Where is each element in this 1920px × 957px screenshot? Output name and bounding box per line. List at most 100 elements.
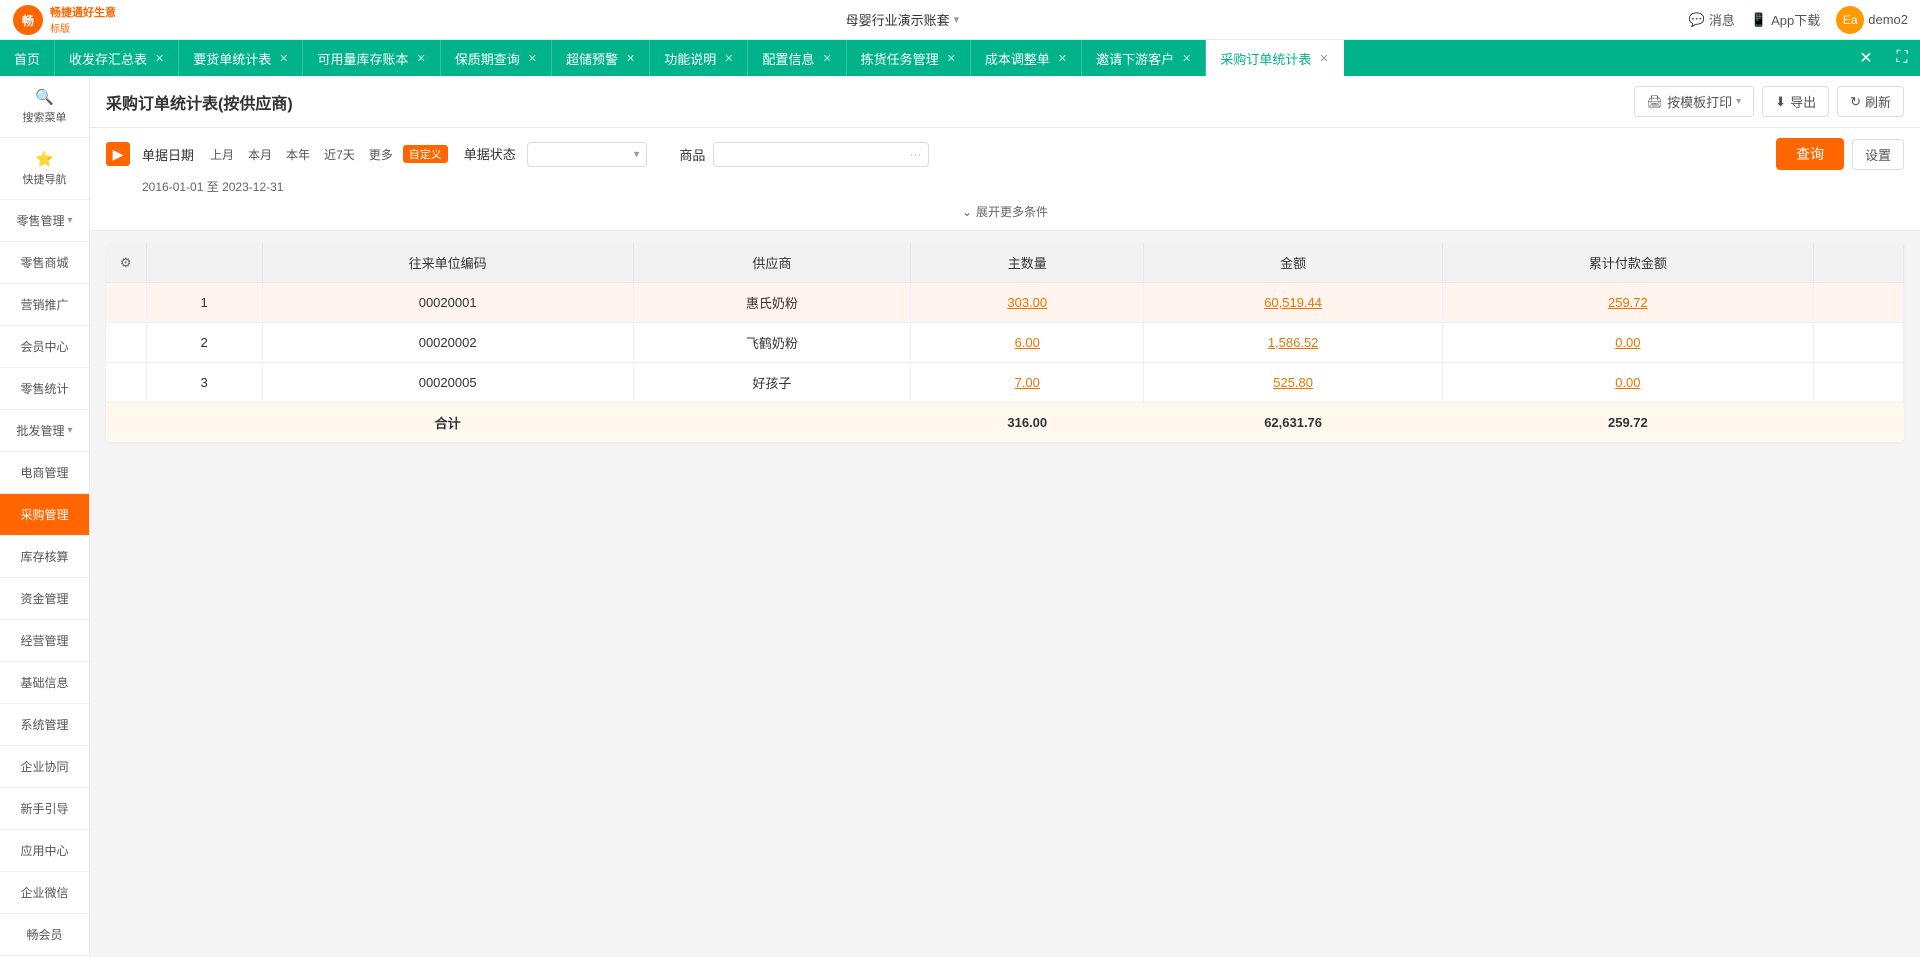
status-label: 单据状态: [464, 147, 516, 162]
tab-available-stock[interactable]: 可用量库存账本 ✕: [303, 40, 440, 76]
maximize-btn[interactable]: ⛶: [1884, 40, 1920, 76]
phone-icon: 📱: [1751, 12, 1767, 28]
refresh-label: 刷新: [1865, 92, 1891, 111]
sidebar-item-enterprise[interactable]: 企业协同: [0, 746, 89, 788]
marketing-label: 营销推广: [20, 296, 68, 313]
workspace-selector[interactable]: 母婴行业演示账套 ▾: [838, 10, 968, 29]
row-num-cell: 1: [146, 283, 262, 323]
sidebar-item-retail[interactable]: 零售管理 ▾: [0, 200, 89, 242]
user-profile[interactable]: Ea demo2: [1836, 6, 1908, 34]
close-icon[interactable]: ✕: [724, 52, 733, 65]
paid-amount-cell[interactable]: 0.00: [1442, 323, 1813, 363]
custom-badge[interactable]: 自定义: [403, 145, 448, 163]
top-right-area: 💬 消息 📱 App下载 Ea demo2: [1689, 6, 1908, 34]
workspace-label: 母婴行业演示账套: [846, 10, 950, 29]
expand-more-button[interactable]: ⌄ 展开更多条件: [962, 203, 1048, 220]
tab-home[interactable]: 首页: [0, 40, 55, 76]
sidebar-item-wechat[interactable]: 企业微信: [0, 872, 89, 914]
tab-overstock-warning[interactable]: 超储预警 ✕: [552, 40, 650, 76]
close-icon[interactable]: ✕: [822, 52, 831, 65]
shortcut-this-month[interactable]: 本月: [244, 145, 276, 164]
sidebar-item-ecommerce[interactable]: 电商管理: [0, 452, 89, 494]
shortcut-this-year[interactable]: 本年: [282, 145, 314, 164]
sidebar-item-app-center[interactable]: 应用中心: [0, 830, 89, 872]
settings-button[interactable]: 设置: [1852, 139, 1904, 170]
row-num-cell: 3: [146, 363, 262, 403]
tab-function-desc[interactable]: 功能说明 ✕: [650, 40, 748, 76]
sidebar-item-search[interactable]: 🔍 搜索菜单: [0, 76, 89, 138]
sidebar-item-vip[interactable]: 畅会员: [0, 914, 89, 956]
sidebar-item-operations[interactable]: 经营管理: [0, 620, 89, 662]
quantity-cell[interactable]: 7.00: [911, 363, 1144, 403]
chevron-down-icon: ▾: [67, 215, 72, 226]
close-icon[interactable]: ✕: [1319, 52, 1328, 65]
unit-code-cell: 00020005: [262, 363, 633, 403]
sidebar-item-retail-stats[interactable]: 零售统计: [0, 368, 89, 410]
nav-right-buttons: ✕ ⛶: [1848, 40, 1920, 76]
amount-cell[interactable]: 1,586.52: [1144, 323, 1442, 363]
sidebar-item-retail-mall[interactable]: 零售商城: [0, 242, 89, 284]
quicknav-icon: ⭐: [35, 150, 54, 168]
refresh-button[interactable]: ↻ 刷新: [1837, 86, 1904, 117]
username-label: demo2: [1868, 12, 1908, 27]
sidebar-item-marketing[interactable]: 营销推广: [0, 284, 89, 326]
shortcut-last-7days[interactable]: 近7天: [320, 145, 359, 164]
tab-invite-downstream[interactable]: 邀请下游客户 ✕: [1082, 40, 1206, 76]
sidebar-item-quicknav[interactable]: ⭐ 快捷导航: [0, 138, 89, 200]
quantity-cell[interactable]: 6.00: [911, 323, 1144, 363]
amount-col-header: 金额: [1144, 243, 1442, 283]
tab-purchase-summary[interactable]: 采购订单统计表 ✕: [1206, 40, 1343, 76]
close-icon[interactable]: ✕: [947, 52, 956, 65]
paid-amount-cell[interactable]: 259.72: [1442, 283, 1813, 323]
ellipsis-icon: ···: [909, 147, 921, 161]
tab-shelf-life[interactable]: 保质期查询 ✕: [441, 40, 552, 76]
sidebar-item-purchase[interactable]: 采购管理: [0, 494, 89, 536]
amount-cell[interactable]: 525.80: [1144, 363, 1442, 403]
close-icon[interactable]: ✕: [1182, 52, 1191, 65]
amount-cell[interactable]: 60,519.44: [1144, 283, 1442, 323]
close-icon[interactable]: ✕: [279, 52, 288, 65]
close-icon[interactable]: ✕: [1058, 52, 1067, 65]
supplier-col-header: 供应商: [633, 243, 910, 283]
shortcut-more[interactable]: 更多: [365, 145, 397, 164]
footer-label-cell: 合计: [262, 403, 633, 443]
tab-cost-adjust[interactable]: 成本调整单 ✕: [971, 40, 1082, 76]
sidebar-item-newbie[interactable]: 新手引导: [0, 788, 89, 830]
quantity-cell[interactable]: 303.00: [911, 283, 1144, 323]
messages-btn[interactable]: 💬 消息: [1689, 10, 1735, 29]
close-all-tabs-btn[interactable]: ✕: [1848, 40, 1884, 76]
close-icon[interactable]: ✕: [626, 52, 635, 65]
row-num-cell: 2: [146, 323, 262, 363]
sidebar-item-finance[interactable]: 资金管理: [0, 578, 89, 620]
close-icon[interactable]: ✕: [528, 52, 537, 65]
shortcut-last-month[interactable]: 上月: [206, 145, 238, 164]
status-select[interactable]: [527, 142, 647, 167]
close-icon[interactable]: ✕: [155, 52, 164, 65]
avatar-initial: Ea: [1843, 13, 1858, 27]
sidebar-item-inventory[interactable]: 库存核算: [0, 536, 89, 578]
query-button[interactable]: 查询: [1776, 138, 1844, 170]
close-icon[interactable]: ✕: [417, 52, 426, 65]
paid-amount-cell[interactable]: 0.00: [1442, 363, 1813, 403]
tab-order-summary[interactable]: 要货单统计表 ✕: [179, 40, 303, 76]
sidebar-item-basics[interactable]: 基础信息: [0, 662, 89, 704]
export-button[interactable]: ⬇ 导出: [1762, 86, 1829, 117]
footer-amount-cell: 62,631.76: [1144, 403, 1442, 443]
sidebar-item-wholesale[interactable]: 批发管理 ▾: [0, 410, 89, 452]
app-download-btn[interactable]: 📱 App下载: [1751, 10, 1820, 29]
filter-toggle-button[interactable]: ▶: [106, 142, 130, 166]
chevron-down-icon: ▾: [67, 425, 72, 436]
tab-label: 采购订单统计表: [1220, 49, 1311, 68]
sidebar-item-system[interactable]: 系统管理: [0, 704, 89, 746]
status-select-wrap: [527, 142, 647, 167]
goods-input[interactable]: [713, 142, 929, 167]
footer-extra-cell: [1813, 403, 1903, 443]
tab-config-info[interactable]: 配置信息 ✕: [748, 40, 846, 76]
tab-pick-task[interactable]: 拣货任务管理 ✕: [847, 40, 971, 76]
extra-cell: [1813, 323, 1903, 363]
finance-label: 资金管理: [20, 590, 68, 607]
column-settings-icon[interactable]: ⚙: [120, 255, 132, 270]
print-button[interactable]: 🖨 按模板打印 ▾: [1634, 86, 1755, 117]
tab-collect-send[interactable]: 收发存汇总表 ✕: [55, 40, 179, 76]
sidebar-item-members[interactable]: 会员中心: [0, 326, 89, 368]
